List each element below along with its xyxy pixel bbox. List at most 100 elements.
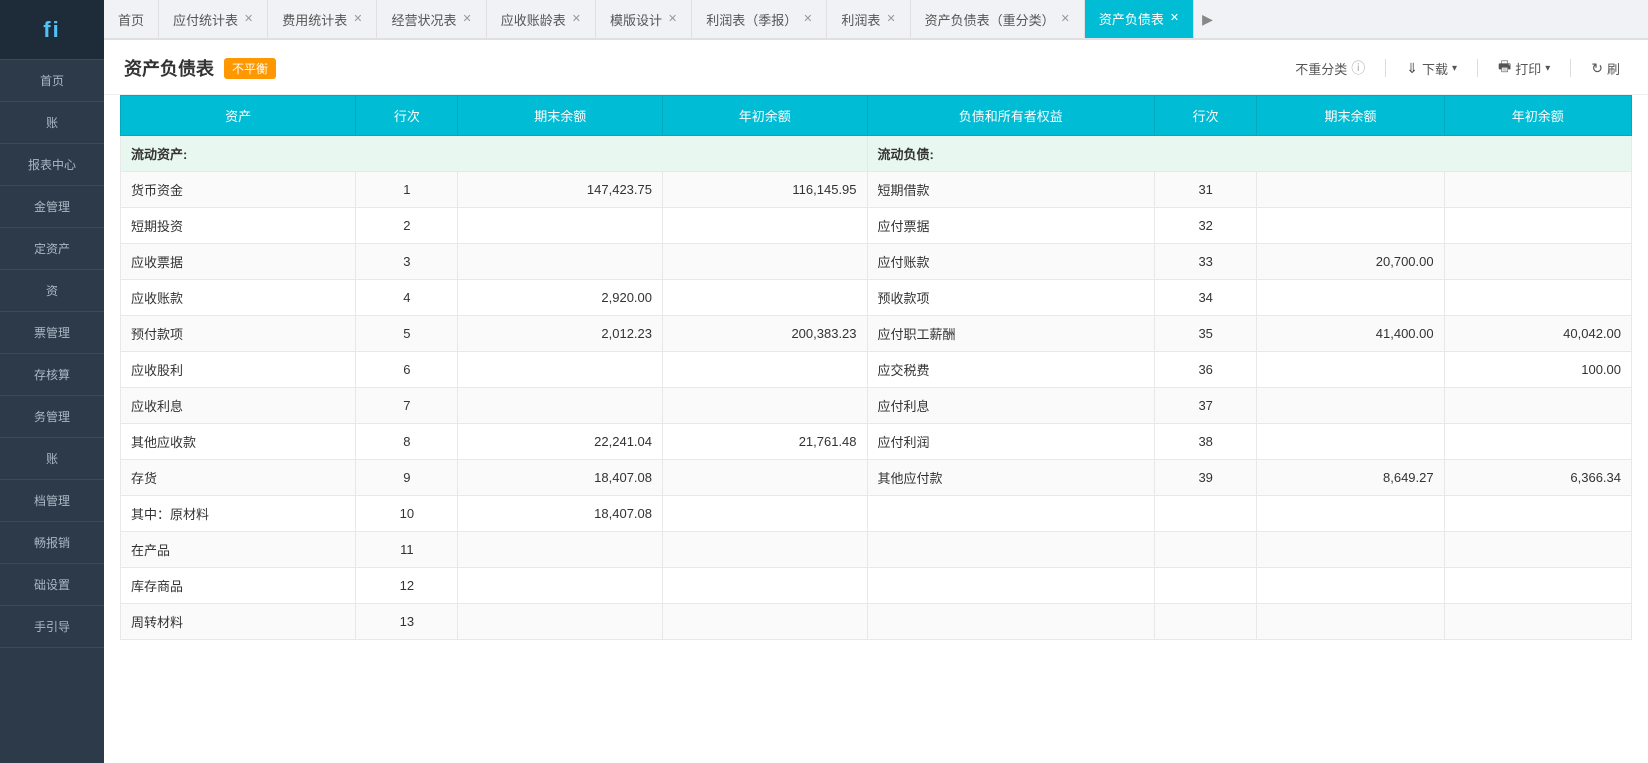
sidebar-item-affairs-mgmt[interactable]: 务管理 [0, 396, 104, 438]
row-num-right: 36 [1155, 352, 1257, 388]
tab-ar-aging[interactable]: 应收账龄表 ✕ [487, 0, 596, 39]
refresh-button[interactable]: ↻ 刷 [1583, 55, 1628, 82]
table-row[interactable]: 在产品 11 [121, 532, 1632, 568]
page-header: 资产负债表 不平衡 不重分类 ⓘ ⇓ 下载 ▾ 🖶 打印 ▾ [104, 40, 1648, 95]
table-row[interactable]: 货币资金 1 147,423.75 116,145.95 短期借款 31 [121, 172, 1632, 208]
tab-profit[interactable]: 利润表 ✕ [827, 0, 910, 39]
period-end-left: 2,012.23 [458, 316, 663, 352]
row-num-left: 4 [356, 280, 458, 316]
year-start-right [1444, 496, 1631, 532]
sidebar-item-ledger[interactable]: 账 [0, 438, 104, 480]
row-num-right: 31 [1155, 172, 1257, 208]
sidebar-item-inventory[interactable]: 存核算 [0, 354, 104, 396]
close-icon[interactable]: ✕ [572, 14, 581, 25]
table-row[interactable]: 应收票据 3 应付账款 33 20,700.00 [121, 244, 1632, 280]
sidebar-item-archive-mgmt[interactable]: 档管理 [0, 480, 104, 522]
tab-profit-quarterly[interactable]: 利润表（季报） ✕ [692, 0, 827, 39]
sidebar-item-expense[interactable]: 畅报销 [0, 522, 104, 564]
liability-name: 应付职工薪酬 [867, 316, 1155, 352]
sidebar-item-capital[interactable]: 资 [0, 270, 104, 312]
refresh-icon: ↻ [1591, 60, 1603, 77]
table-section-row: 流动资产: 流动负债: [121, 136, 1632, 172]
help-icon[interactable]: ⓘ [1351, 58, 1365, 78]
table-row[interactable]: 其他应收款 8 22,241.04 21,761.48 应付利润 38 [121, 424, 1632, 460]
sidebar-item-account[interactable]: 账 [0, 102, 104, 144]
tab-template-design[interactable]: 模版设计 ✕ [596, 0, 692, 39]
table-row[interactable]: 短期投资 2 应付票据 32 [121, 208, 1632, 244]
table-row[interactable]: 应收股利 6 应交税费 36 100.00 [121, 352, 1632, 388]
row-num-right: 32 [1155, 208, 1257, 244]
table-row[interactable]: 其中：原材料 10 18,407.08 [121, 496, 1632, 532]
period-end-left: 18,407.08 [458, 496, 663, 532]
print-label: 打印 [1515, 59, 1541, 78]
chevron-down-icon: ▾ [1452, 63, 1457, 74]
year-start-left [663, 568, 868, 604]
row-num-left: 12 [356, 568, 458, 604]
asset-name: 其他应收款 [121, 424, 356, 460]
sidebar-item-home[interactable]: 首页 [0, 60, 104, 102]
table-row[interactable]: 预付款项 5 2,012.23 200,383.23 应付职工薪酬 35 41,… [121, 316, 1632, 352]
sidebar-item-fund-mgmt[interactable]: 金管理 [0, 186, 104, 228]
sidebar-item-settings[interactable]: 础设置 [0, 564, 104, 606]
period-end-right [1257, 208, 1444, 244]
period-end-left [458, 388, 663, 424]
download-button[interactable]: ⇓ 下载 ▾ [1398, 55, 1465, 82]
table-row[interactable]: 库存商品 12 [121, 568, 1632, 604]
row-num-left: 2 [356, 208, 458, 244]
liability-name: 其他应付款 [867, 460, 1155, 496]
row-num-left: 8 [356, 424, 458, 460]
col-period-end-left: 期末余额 [458, 96, 663, 136]
table-wrap: 资产 行次 期末余额 年初余额 负债和所有者权益 行次 期末余额 年初余额 流动… [104, 95, 1648, 656]
close-icon[interactable]: ✕ [1170, 13, 1179, 24]
tab-balance[interactable]: 资产负债表 ✕ [1085, 0, 1194, 39]
year-start-left: 200,383.23 [663, 316, 868, 352]
sidebar-item-report-center[interactable]: 报表中心 [0, 144, 104, 186]
print-button[interactable]: 🖶 打印 ▾ [1490, 52, 1558, 84]
table-row[interactable]: 存货 9 18,407.08 其他应付款 39 8,649.27 6,366.3… [121, 460, 1632, 496]
tab-ap-stats[interactable]: 应付统计表 ✕ [159, 0, 268, 39]
year-start-left [663, 244, 868, 280]
row-num-right: 39 [1155, 460, 1257, 496]
liability-name: 短期借款 [867, 172, 1155, 208]
col-period-end-right: 期末余额 [1257, 96, 1444, 136]
tab-home[interactable]: 首页 [104, 0, 159, 39]
close-icon[interactable]: ✕ [803, 14, 812, 25]
tab-balance-reclassified[interactable]: 资产负债表（重分类） ✕ [911, 0, 1085, 39]
tab-business-status[interactable]: 经营状况表 ✕ [377, 0, 486, 39]
tab-bar: 首页 应付统计表 ✕ 费用统计表 ✕ 经营状况表 ✕ 应收账龄表 ✕ 模版设计 … [104, 0, 1648, 40]
year-start-left [663, 388, 868, 424]
col-row-left: 行次 [356, 96, 458, 136]
asset-name: 其中：原材料 [121, 496, 356, 532]
tab-expense-stats[interactable]: 费用统计表 ✕ [268, 0, 377, 39]
row-num-left: 3 [356, 244, 458, 280]
close-icon[interactable]: ✕ [463, 14, 472, 25]
period-end-left [458, 604, 663, 640]
close-icon[interactable]: ✕ [668, 14, 677, 25]
classify-button[interactable]: 不重分类 ⓘ [1287, 54, 1373, 82]
sidebar-item-invoice-mgmt[interactable]: 票管理 [0, 312, 104, 354]
row-num-left: 9 [356, 460, 458, 496]
sidebar-item-fixed-assets[interactable]: 定资产 [0, 228, 104, 270]
row-num-left: 10 [356, 496, 458, 532]
close-icon[interactable]: ✕ [886, 14, 895, 25]
close-icon[interactable]: ✕ [244, 14, 253, 25]
asset-name: 短期投资 [121, 208, 356, 244]
period-end-left [458, 244, 663, 280]
close-icon[interactable]: ✕ [353, 14, 362, 25]
period-end-right [1257, 280, 1444, 316]
table-row[interactable]: 周转材料 13 [121, 604, 1632, 640]
row-num-left: 1 [356, 172, 458, 208]
table-row[interactable]: 应收账款 4 2,920.00 预收款项 34 [121, 280, 1632, 316]
period-end-right [1257, 496, 1444, 532]
row-num-left: 7 [356, 388, 458, 424]
period-end-right: 20,700.00 [1257, 244, 1444, 280]
tab-scroll-right-arrow[interactable]: ▶ [1194, 0, 1221, 39]
liability-name [867, 604, 1155, 640]
year-start-right [1444, 568, 1631, 604]
close-icon[interactable]: ✕ [1061, 14, 1070, 25]
year-start-right [1444, 280, 1631, 316]
unbalanced-badge: 不平衡 [224, 58, 276, 79]
row-num-right: 34 [1155, 280, 1257, 316]
sidebar-item-guide[interactable]: 手引导 [0, 606, 104, 648]
table-row[interactable]: 应收利息 7 应付利息 37 [121, 388, 1632, 424]
